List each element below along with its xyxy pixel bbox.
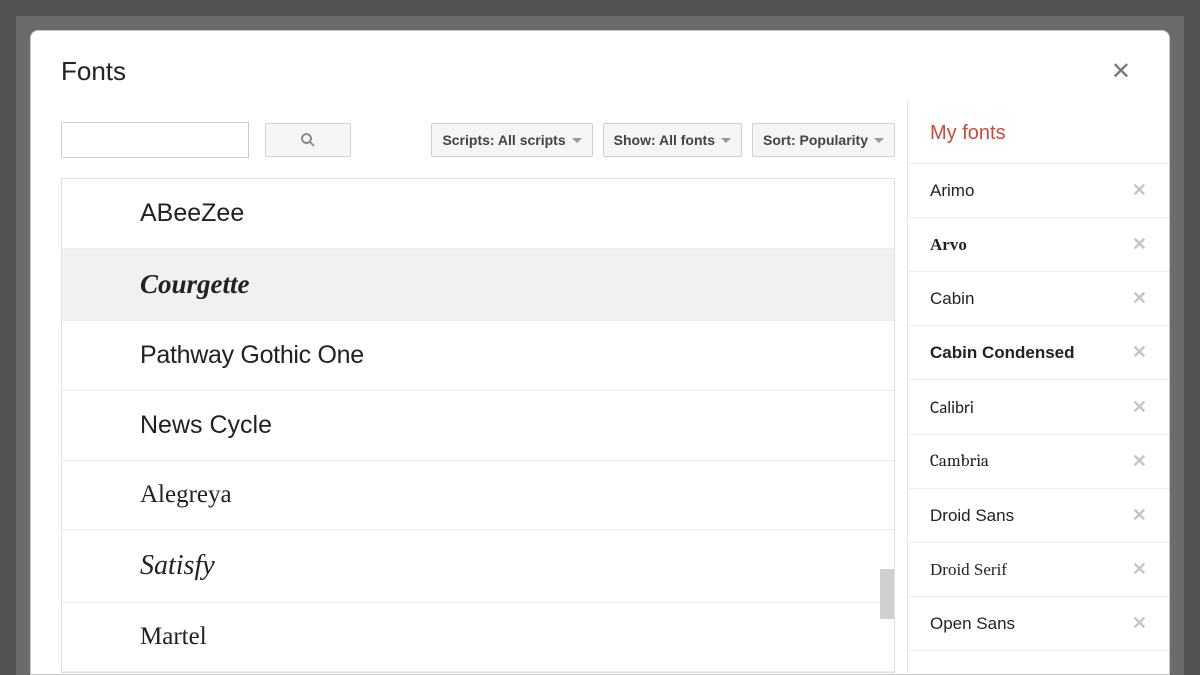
my-fonts-panel: My fonts Arimo✕Arvo✕Cabin✕Cabin Condense…	[907, 100, 1169, 673]
scrollbar-thumb[interactable]	[880, 569, 894, 619]
fonts-dialog: Fonts ✕ Scripts: All	[30, 30, 1170, 675]
remove-font-button[interactable]: ✕	[1128, 232, 1151, 257]
search-button[interactable]	[265, 123, 351, 157]
my-font-name: Cambria	[930, 452, 989, 471]
remove-font-button[interactable]: ✕	[1128, 394, 1151, 420]
my-font-name: Arvo	[930, 235, 967, 255]
font-row[interactable]: Courgette	[62, 249, 894, 321]
font-name-label: Courgette	[140, 269, 250, 299]
font-list-container: ABeeZee Courgette Pathway Gothic One News C…	[61, 178, 895, 673]
close-button[interactable]: ✕	[1103, 53, 1139, 90]
font-list[interactable]: ABeeZee Courgette Pathway Gothic One News C…	[62, 179, 894, 672]
font-row[interactable]: Pathway Gothic One	[62, 321, 894, 391]
my-font-name: Calibri	[930, 397, 974, 418]
font-row[interactable]: ABeeZee	[62, 179, 894, 249]
font-name-label: News Cycle	[140, 411, 272, 439]
remove-font-button[interactable]: ✕	[1128, 286, 1151, 311]
show-filter[interactable]: Show: All fonts	[603, 123, 742, 157]
scripts-filter-label: Scripts: All scripts	[442, 132, 565, 148]
my-font-row: Cabin Condensed ✕	[908, 325, 1169, 379]
close-icon: ✕	[1111, 58, 1131, 85]
scripts-filter[interactable]: Scripts: All scripts	[431, 123, 592, 157]
my-font-row: Cambria ✕	[908, 434, 1169, 488]
my-font-name: Droid Sans	[930, 506, 1014, 526]
font-name-label: ABeeZee	[140, 199, 244, 227]
dialog-header: Fonts ✕	[31, 31, 1169, 100]
chevron-down-icon	[572, 138, 582, 143]
sort-filter[interactable]: Sort: Popularity	[752, 123, 895, 157]
remove-font-button[interactable]: ✕	[1128, 557, 1151, 582]
my-font-row: Droid Serif ✕	[908, 542, 1169, 596]
font-name-label: Satisfy	[140, 550, 215, 581]
chevron-down-icon	[721, 138, 731, 143]
modal-backdrop: Fonts ✕ Scripts: All	[16, 16, 1184, 675]
font-row[interactable]: Alegreya	[62, 461, 894, 530]
my-font-row: Cabin ✕	[908, 271, 1169, 325]
font-name-label: Martel	[140, 623, 207, 650]
remove-font-button[interactable]: ✕	[1128, 449, 1151, 474]
my-font-name: Arimo	[930, 181, 974, 201]
font-row[interactable]: Satisfy	[62, 530, 894, 603]
font-row[interactable]: Martel	[62, 603, 894, 672]
sort-filter-label: Sort: Popularity	[763, 132, 868, 148]
filter-group: Scripts: All scripts Show: All fonts Sor…	[431, 123, 895, 157]
remove-font-button[interactable]: ✕	[1128, 503, 1151, 528]
font-name-label: Pathway Gothic One	[140, 341, 364, 369]
my-font-name: Cabin	[930, 289, 974, 309]
controls-row: Scripts: All scripts Show: All fonts Sor…	[61, 100, 895, 178]
my-font-name: Cabin Condensed	[930, 343, 1075, 363]
remove-font-button[interactable]: ✕	[1128, 178, 1151, 203]
my-font-row: Arvo ✕	[908, 217, 1169, 271]
my-font-row: Droid Sans ✕	[908, 488, 1169, 542]
font-name-label: Alegreya	[140, 481, 232, 508]
my-font-row: Open Sans ✕	[908, 596, 1169, 651]
dialog-title: Fonts	[61, 56, 126, 87]
my-font-name: Open Sans	[930, 614, 1015, 634]
my-fonts-title: My fonts	[908, 122, 1169, 163]
my-font-row: Arimo ✕	[908, 163, 1169, 217]
my-fonts-list: Arimo✕Arvo✕Cabin✕Cabin Condensed✕Calibri…	[908, 163, 1169, 651]
chevron-down-icon	[874, 138, 884, 143]
show-filter-label: Show: All fonts	[614, 132, 715, 148]
font-row[interactable]: News Cycle	[62, 391, 894, 461]
remove-font-button[interactable]: ✕	[1128, 611, 1151, 636]
remove-font-button[interactable]: ✕	[1128, 340, 1151, 365]
search-input[interactable]	[61, 122, 249, 158]
left-panel: Scripts: All scripts Show: All fonts Sor…	[31, 100, 907, 673]
my-font-row: Calibri ✕	[908, 379, 1169, 434]
my-font-name: Droid Serif	[930, 560, 1007, 580]
search-icon	[299, 131, 317, 149]
dialog-body: Scripts: All scripts Show: All fonts Sor…	[31, 100, 1169, 673]
